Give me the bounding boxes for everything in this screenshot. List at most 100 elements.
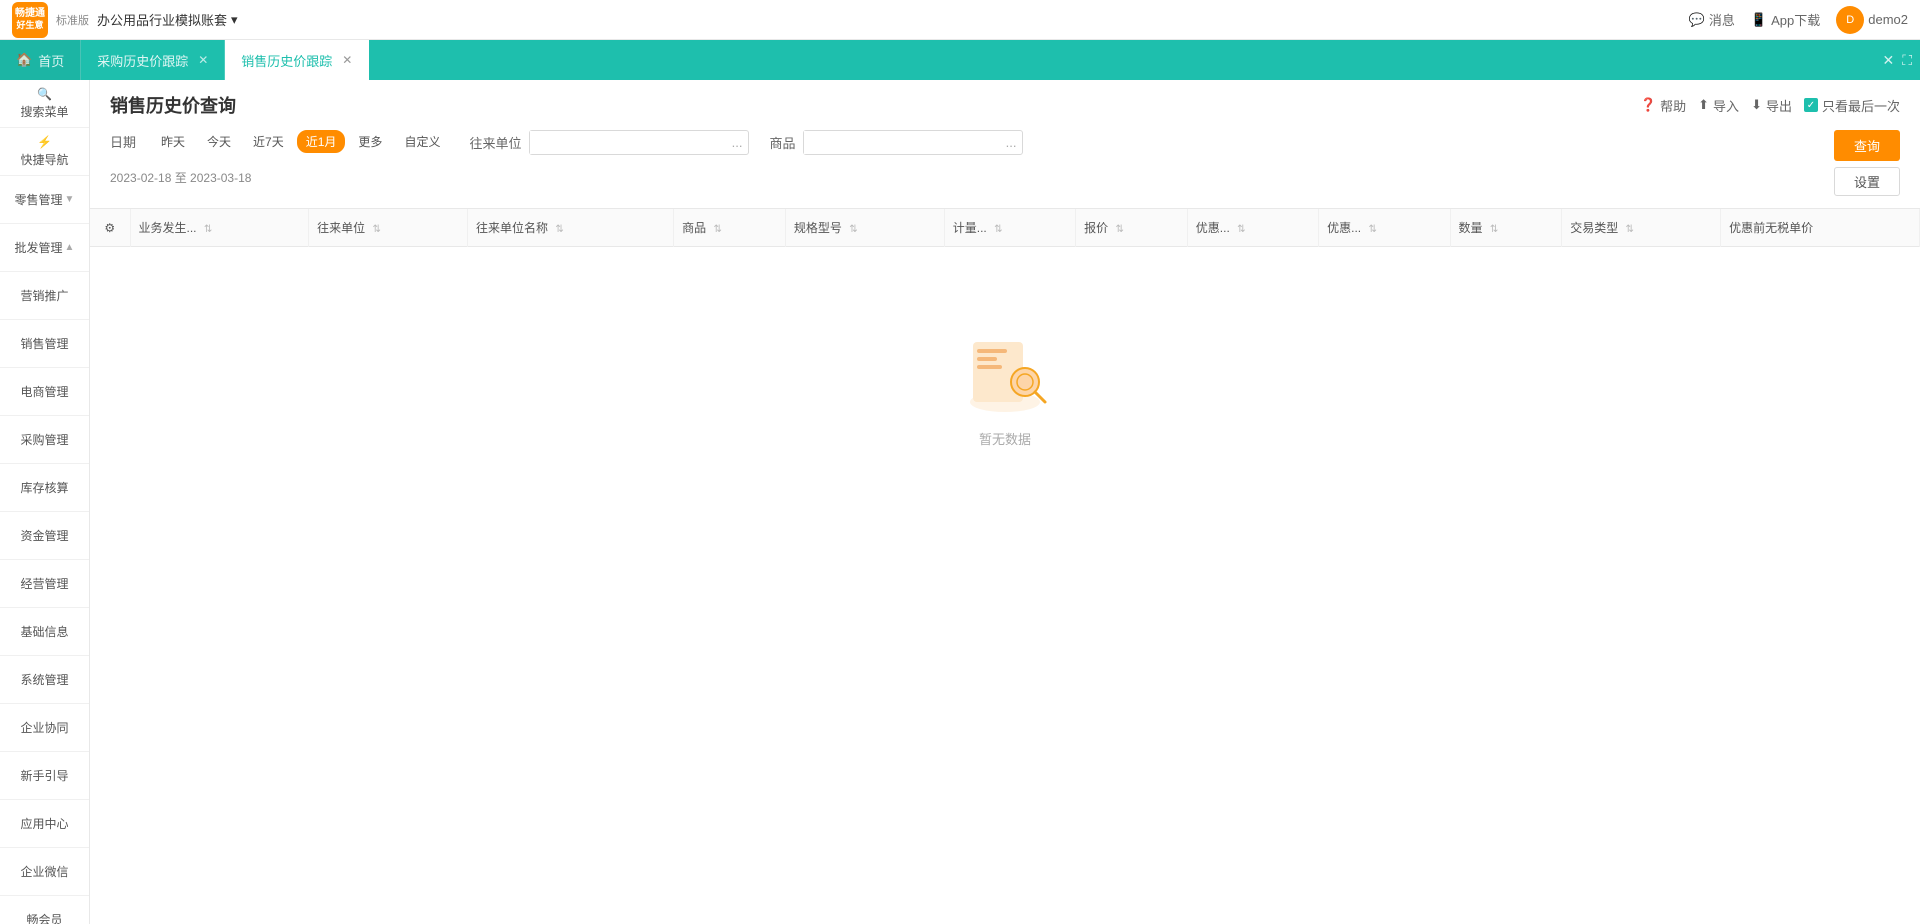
settings-icon: ⚙ bbox=[104, 221, 115, 235]
sidebar: 🔍 搜索菜单 ⚡ 快捷导航 零售管理 ▼ 批发管理 ▲ 营销推广 销售管理 电商… bbox=[0, 80, 90, 924]
date-7days[interactable]: 近7天 bbox=[244, 130, 293, 153]
maximize-button[interactable]: ⛶ bbox=[1902, 52, 1912, 69]
tab-sales[interactable]: 销售历史价跟踪 ✕ bbox=[225, 40, 369, 80]
download-icon: 📱 bbox=[1751, 12, 1767, 28]
page-title: 销售历史价查询 bbox=[110, 92, 236, 118]
sidebar-item-inventory[interactable]: 库存核算 bbox=[0, 464, 89, 512]
close-all-tabs-button[interactable]: ✕ bbox=[1882, 52, 1894, 69]
product-filter: 商品 ... bbox=[769, 130, 1023, 155]
export-button[interactable]: ⬇ 导出 bbox=[1751, 96, 1792, 115]
settings-button[interactable]: 设置 bbox=[1834, 167, 1900, 196]
th-product[interactable]: 商品 ⇅ bbox=[674, 209, 786, 247]
sidebar-item-basic[interactable]: 基础信息 bbox=[0, 608, 89, 656]
import-icon: ⬆ bbox=[1698, 97, 1709, 113]
sort-icon: ⇅ bbox=[555, 224, 563, 235]
sidebar-item-wholesale[interactable]: 批发管理 ▲ bbox=[0, 224, 89, 272]
message-icon: 💬 bbox=[1689, 12, 1705, 28]
tabbar-actions: ✕ ⛶ bbox=[1882, 52, 1920, 69]
message-button[interactable]: 💬 消息 bbox=[1689, 10, 1735, 29]
sidebar-item-ecommerce[interactable]: 电商管理 bbox=[0, 368, 89, 416]
sidebar-item-operations[interactable]: 经营管理 bbox=[0, 560, 89, 608]
close-sales-tab[interactable]: ✕ bbox=[342, 53, 352, 67]
sidebar-item-finance[interactable]: 资金管理 bbox=[0, 512, 89, 560]
sort-icon: ⇅ bbox=[1490, 224, 1498, 235]
sidebar-item-retail[interactable]: 零售管理 ▼ bbox=[0, 176, 89, 224]
query-button[interactable]: 查询 bbox=[1834, 130, 1900, 161]
th-discount1[interactable]: 优惠... ⇅ bbox=[1187, 209, 1318, 247]
page-actions: ❓ 帮助 ⬆ 导入 ⬇ 导出 ✓ 只看最后一次 bbox=[1640, 96, 1900, 115]
chevron-up-icon: ▲ bbox=[65, 242, 75, 253]
partner-filter: 往来单位 ... bbox=[469, 130, 749, 155]
sidebar-item-sales-mgmt[interactable]: 销售管理 bbox=[0, 320, 89, 368]
import-button[interactable]: ⬆ 导入 bbox=[1698, 96, 1739, 115]
th-spec[interactable]: 规格型号 ⇅ bbox=[785, 209, 944, 247]
empty-state: 暂无数据 bbox=[90, 247, 1920, 528]
th-quantity[interactable]: 数量 ⇅ bbox=[1450, 209, 1562, 247]
sidebar-item-member[interactable]: 畅会员 bbox=[0, 896, 89, 924]
th-price[interactable]: 报价 ⇅ bbox=[1076, 209, 1188, 247]
th-biz-date[interactable]: 业务发生... ⇅ bbox=[130, 209, 309, 247]
sidebar-label: 标准版 bbox=[56, 12, 89, 28]
th-unit[interactable]: 计量... ⇅ bbox=[944, 209, 1075, 247]
topbar: 畅捷通 好生意 标准版 办公用品行业模拟账套 ▾ 💬 消息 📱 App下载 D … bbox=[0, 0, 1920, 40]
sort-icon: ⇅ bbox=[1626, 224, 1634, 235]
close-purchase-tab[interactable]: ✕ bbox=[198, 53, 208, 67]
sidebar-item-marketing[interactable]: 营销推广 bbox=[0, 272, 89, 320]
partner-input[interactable] bbox=[530, 131, 725, 154]
workspace-selector[interactable]: 办公用品行业模拟账套 ▾ bbox=[97, 10, 238, 29]
filter-main-row: 日期 昨天 今天 近7天 近1月 更多 自定义 2023-02-18 至 202… bbox=[110, 130, 1900, 196]
sidebar-item-apps[interactable]: 应用中心 bbox=[0, 800, 89, 848]
home-icon: 🏠 bbox=[16, 52, 32, 68]
help-icon: ❓ bbox=[1640, 97, 1656, 113]
th-discount2[interactable]: 优惠... ⇅ bbox=[1319, 209, 1450, 247]
sort-icon: ⇅ bbox=[994, 224, 1002, 235]
th-trade-type[interactable]: 交易类型 ⇅ bbox=[1562, 209, 1721, 247]
app-download-button[interactable]: 📱 App下载 bbox=[1751, 10, 1820, 29]
partner-picker-button[interactable]: ... bbox=[726, 131, 749, 154]
date-buttons: 昨天 今天 近7天 近1月 更多 自定义 bbox=[152, 130, 449, 153]
date-custom[interactable]: 自定义 bbox=[395, 130, 449, 153]
date-1month[interactable]: 近1月 bbox=[297, 130, 346, 153]
sort-icon: ⇅ bbox=[1115, 224, 1123, 235]
sort-icon: ⇅ bbox=[1369, 224, 1377, 235]
chevron-down-icon: ▼ bbox=[65, 194, 75, 205]
product-input-group: ... bbox=[803, 130, 1023, 155]
topbar-right: 💬 消息 📱 App下载 D demo2 bbox=[1689, 6, 1908, 34]
sidebar-item-purchase[interactable]: 采购管理 bbox=[0, 416, 89, 464]
main-layout: 🔍 搜索菜单 ⚡ 快捷导航 零售管理 ▼ 批发管理 ▲ 营销推广 销售管理 电商… bbox=[0, 80, 1920, 924]
content-area: 销售历史价查询 ❓ 帮助 ⬆ 导入 ⬇ 导出 ✓ bbox=[90, 80, 1920, 924]
tab-purchase[interactable]: 采购历史价跟踪 ✕ bbox=[81, 40, 225, 80]
data-table: ⚙ 业务发生... ⇅ 往来单位 ⇅ 往来单位名称 ⇅ bbox=[90, 209, 1920, 247]
checkbox-icon: ✓ bbox=[1804, 98, 1818, 112]
export-icon: ⬇ bbox=[1751, 97, 1762, 113]
app-logo: 畅捷通 好生意 bbox=[12, 2, 48, 38]
sidebar-item-guide[interactable]: 新手引导 bbox=[0, 752, 89, 800]
sidebar-item-search[interactable]: 🔍 搜索菜单 bbox=[0, 80, 89, 128]
date-today[interactable]: 今天 bbox=[198, 130, 240, 153]
date-range-display: 2023-02-18 至 2023-03-18 bbox=[110, 169, 449, 186]
sidebar-item-shortcut[interactable]: ⚡ 快捷导航 bbox=[0, 128, 89, 176]
date-more[interactable]: 更多 bbox=[349, 130, 391, 153]
product-picker-button[interactable]: ... bbox=[1000, 131, 1023, 154]
partner-label: 往来单位 bbox=[469, 133, 521, 152]
tab-home[interactable]: 🏠 首页 bbox=[0, 40, 81, 80]
user-menu[interactable]: D demo2 bbox=[1836, 6, 1908, 34]
sidebar-item-wechat[interactable]: 企业微信 bbox=[0, 848, 89, 896]
sidebar-item-cooperation[interactable]: 企业协同 bbox=[0, 704, 89, 752]
topbar-left: 畅捷通 好生意 标准版 办公用品行业模拟账套 ▾ bbox=[12, 2, 238, 38]
sort-icon: ⇅ bbox=[849, 224, 857, 235]
product-input[interactable] bbox=[804, 131, 999, 154]
filter-action-buttons: 查询 设置 bbox=[1834, 130, 1900, 196]
th-partner-name[interactable]: 往来单位名称 ⇅ bbox=[468, 209, 674, 247]
table-header-row: ⚙ 业务发生... ⇅ 往来单位 ⇅ 往来单位名称 ⇅ bbox=[90, 209, 1920, 247]
th-partner-code[interactable]: 往来单位 ⇅ bbox=[309, 209, 468, 247]
help-button[interactable]: ❓ 帮助 bbox=[1640, 96, 1686, 115]
th-no-tax-price[interactable]: 优惠前无税单价 bbox=[1721, 209, 1920, 247]
sidebar-item-system[interactable]: 系统管理 bbox=[0, 656, 89, 704]
date-label: 日期 bbox=[110, 132, 136, 151]
filter-section: 销售历史价查询 ❓ 帮助 ⬆ 导入 ⬇ 导出 ✓ bbox=[90, 80, 1920, 209]
date-yesterday[interactable]: 昨天 bbox=[152, 130, 194, 153]
th-settings[interactable]: ⚙ bbox=[90, 209, 130, 247]
only-last-checkbox[interactable]: ✓ 只看最后一次 bbox=[1804, 96, 1900, 115]
partner-input-group: ... bbox=[529, 130, 749, 155]
